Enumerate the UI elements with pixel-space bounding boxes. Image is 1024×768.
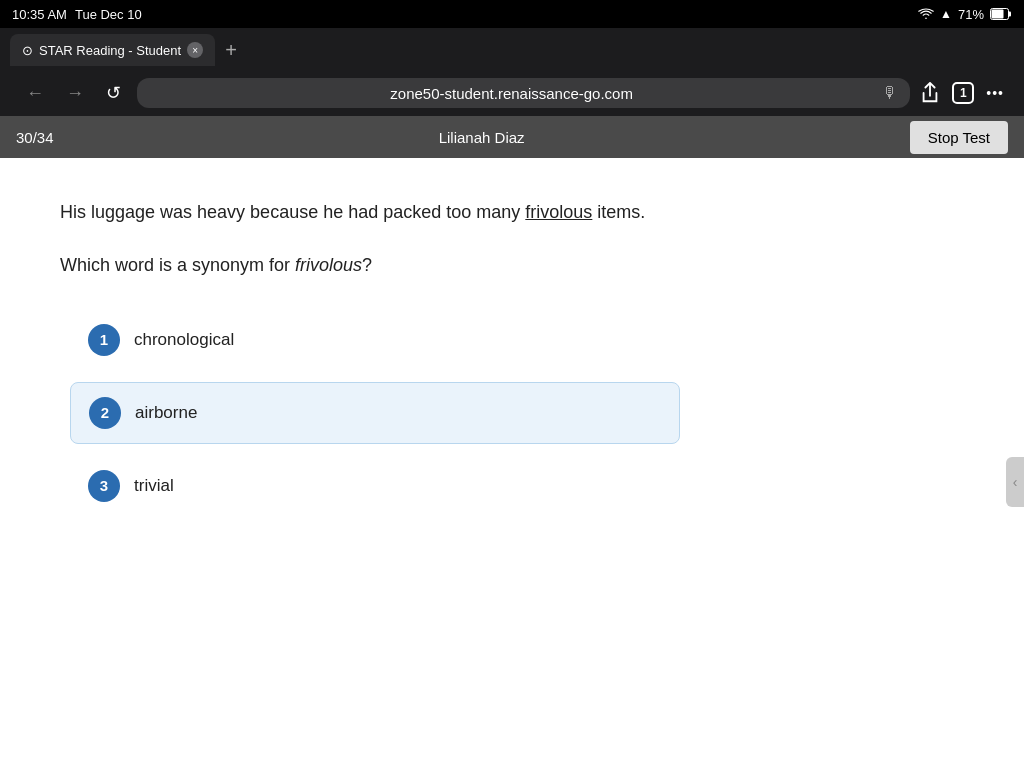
tab-count-badge[interactable]: 1 xyxy=(952,82,974,104)
forward-button[interactable]: → xyxy=(60,82,90,104)
status-right: ▲ 71% xyxy=(918,7,1012,22)
share-icon[interactable] xyxy=(920,82,940,104)
date-display: Tue Dec 10 xyxy=(75,7,142,22)
tab-bar: ⊙ STAR Reading - Student × + xyxy=(10,34,1014,66)
status-left: 10:35 AM Tue Dec 10 xyxy=(12,7,142,22)
more-menu-button[interactable]: ••• xyxy=(986,85,1004,101)
sub-question-suffix: ? xyxy=(362,255,372,275)
test-progress: 30/34 xyxy=(16,129,54,146)
passage-prefix: His luggage was heavy because he had pac… xyxy=(60,202,525,222)
option-label-2: airborne xyxy=(135,403,197,423)
microphone-icon[interactable]: 🎙 xyxy=(882,84,898,102)
side-panel-handle[interactable]: ‹ xyxy=(1006,457,1024,507)
sub-question-prefix: Which word is a synonym for xyxy=(60,255,295,275)
option-number-1: 1 xyxy=(88,324,120,356)
browser-chrome: ⊙ STAR Reading - Student × + ← → ↺ zone5… xyxy=(0,28,1024,116)
toolbar-icons: 1 ••• xyxy=(920,82,1004,104)
svg-rect-1 xyxy=(1009,12,1012,17)
address-bar[interactable]: zone50-student.renaissance-go.com 🎙 xyxy=(137,78,910,108)
option-label-3: trivial xyxy=(134,476,174,496)
student-name: Lilianah Diaz xyxy=(439,129,525,146)
location-icon: ▲ xyxy=(940,7,952,21)
sub-question-text: Which word is a synonym for frivolous? xyxy=(60,251,964,280)
option-number-3: 3 xyxy=(88,470,120,502)
passage-text: His luggage was heavy because he had pac… xyxy=(60,198,964,227)
status-bar: 10:35 AM Tue Dec 10 ▲ 71% xyxy=(0,0,1024,28)
answer-choices: 1 chronological 2 airborne 3 trivial xyxy=(60,310,964,516)
tab-close-button[interactable]: × xyxy=(187,42,203,58)
test-header: 30/34 Lilianah Diaz Stop Test xyxy=(0,116,1024,158)
stop-test-button[interactable]: Stop Test xyxy=(910,121,1008,154)
time-display: 10:35 AM xyxy=(12,7,67,22)
vocabulary-word: frivolous xyxy=(525,202,592,222)
reload-button[interactable]: ↺ xyxy=(100,82,127,104)
answer-option-3[interactable]: 3 trivial xyxy=(70,456,680,516)
address-bar-row: ← → ↺ zone50-student.renaissance-go.com … xyxy=(10,72,1014,116)
svg-rect-2 xyxy=(992,10,1004,19)
tab-label: STAR Reading - Student xyxy=(39,43,181,58)
battery-percentage: 71% xyxy=(958,7,984,22)
url-display: zone50-student.renaissance-go.com xyxy=(149,85,874,102)
option-label-1: chronological xyxy=(134,330,234,350)
tab-favicon: ⊙ xyxy=(22,43,33,58)
main-content: His luggage was heavy because he had pac… xyxy=(0,158,1024,768)
sub-question-word: frivolous xyxy=(295,255,362,275)
wifi-icon xyxy=(918,8,934,20)
new-tab-button[interactable]: + xyxy=(221,40,241,60)
option-number-2: 2 xyxy=(89,397,121,429)
answer-option-2[interactable]: 2 airborne xyxy=(70,382,680,444)
passage-suffix: items. xyxy=(592,202,645,222)
answer-option-1[interactable]: 1 chronological xyxy=(70,310,680,370)
back-button[interactable]: ← xyxy=(20,82,50,104)
active-tab[interactable]: ⊙ STAR Reading - Student × xyxy=(10,34,215,66)
battery-icon xyxy=(990,8,1012,20)
